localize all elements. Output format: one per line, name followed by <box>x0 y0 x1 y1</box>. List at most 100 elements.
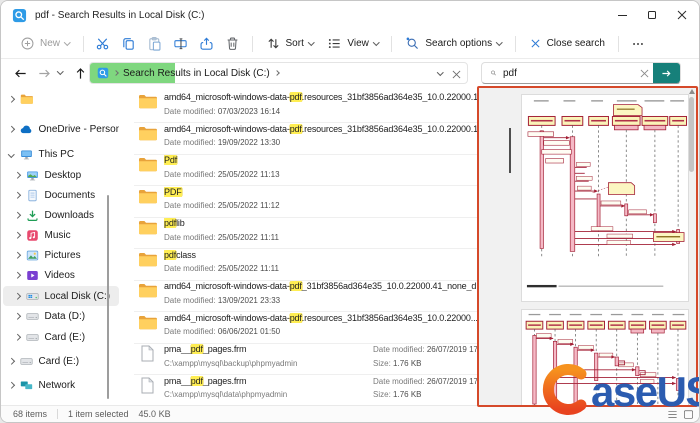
search-highlight: pdf <box>164 218 177 228</box>
file-row[interactable]: amd64_microsoft-windows-data-pdf.resourc… <box>121 123 478 154</box>
file-row[interactable]: pdflib Date modified: 25/05/2022 11:11 <box>121 217 478 248</box>
sidebar-item-data-d[interactable]: Data (D:) <box>3 306 119 326</box>
chevron-down-icon <box>64 38 71 46</box>
search-options-button[interactable]: Search options <box>398 32 508 56</box>
sidebar-item-label: Documents <box>44 189 96 201</box>
sidebar-scrollbar[interactable] <box>107 195 109 399</box>
sidebar-item-network[interactable]: Network <box>3 375 119 395</box>
see-more-button[interactable] <box>625 32 651 56</box>
view-button[interactable]: View <box>320 32 385 56</box>
file-name: amd64_microsoft-windows-data-pdf.resourc… <box>164 312 477 323</box>
file-date: Date modified: 25/05/2022 11:13 <box>164 169 280 179</box>
preview-page-1 <box>521 94 689 302</box>
search-box[interactable] <box>481 62 681 84</box>
preview-sequence-diagram-page-2 <box>525 313 687 406</box>
sidebar-item-downloads[interactable]: Downloads <box>3 205 119 225</box>
search-highlight: Pdf <box>164 155 178 165</box>
folder-icon <box>139 126 157 140</box>
go-arrow-icon <box>662 69 671 77</box>
file-name: PDF <box>164 186 477 197</box>
search-highlight: pdf <box>289 312 302 323</box>
sidebar-item-pictures[interactable]: Pictures <box>3 245 119 265</box>
large-icons-view-icon[interactable] <box>683 409 694 420</box>
file-row[interactable]: amd64_microsoft-windows-data-pdf.resourc… <box>121 91 478 122</box>
breadcrumb-bar[interactable]: Search Results in Local Disk (C:) <box>89 62 468 84</box>
file-row[interactable]: Pdf Date modified: 25/05/2022 11:13 <box>121 154 478 185</box>
plus-circle-icon <box>21 37 34 50</box>
address-bar-row: Search Results in Local Disk (C:) <box>1 59 699 87</box>
sort-button[interactable]: Sort <box>259 32 321 56</box>
chevron-down-icon <box>56 68 64 75</box>
maximize-button[interactable] <box>637 1 667 29</box>
sort-label: Sort <box>285 38 304 49</box>
toolbar-separator <box>82 35 84 52</box>
sidebar-item-onedrive[interactable]: OneDrive - Persona... <box>3 119 119 139</box>
paste-icon <box>149 36 161 51</box>
chevron-down-icon <box>496 38 503 46</box>
sidebar-item-desktop[interactable]: Desktop <box>3 165 119 185</box>
sidebar-item-documents[interactable]: Documents <box>3 185 119 205</box>
file-name: pdfclass <box>164 249 196 260</box>
sort-icon <box>267 38 279 49</box>
chevron-right-icon <box>8 125 15 133</box>
file-row[interactable]: amd64_microsoft-windows-data-pdf_31bf385… <box>121 280 478 311</box>
close-search-button[interactable]: Close search <box>522 32 612 56</box>
toolbar-separator <box>617 35 619 52</box>
sidebar-item-local-disk-c[interactable]: Local Disk (C:) <box>3 286 119 306</box>
delete-button[interactable] <box>220 32 246 56</box>
file-row[interactable]: pma__pdf_pages.frm C:\xampp\mysql\backup… <box>121 343 478 374</box>
maximize-icon <box>648 11 656 19</box>
sidebar-item-videos[interactable]: Videos <box>3 265 119 285</box>
address-dropdown-icon[interactable] <box>436 69 443 76</box>
search-highlight: pdf <box>289 92 302 102</box>
minimize-icon <box>617 14 627 16</box>
share-button[interactable] <box>194 32 220 56</box>
copy-button[interactable] <box>116 32 142 56</box>
file-icon <box>141 345 154 362</box>
preview-scrollbar[interactable] <box>689 97 694 172</box>
sidebar-item-pinned-folder[interactable] <box>3 89 119 109</box>
sidebar-item-card-e[interactable]: Card (E:) <box>3 327 119 347</box>
close-search-label: Close search <box>546 38 605 49</box>
breadcrumb-chevron-icon <box>113 70 119 76</box>
drive-icon <box>25 312 39 320</box>
stop-refresh-icon[interactable] <box>452 70 461 79</box>
downloads-icon <box>26 210 38 221</box>
file-row[interactable]: pma__pdf_pages.frm C:\xampp\mysql\data\p… <box>121 375 478 406</box>
navigation-pane: OneDrive - Persona... This PC Desktop Do… <box>1 87 121 407</box>
sidebar-item-label: Desktop <box>44 169 82 181</box>
back-button[interactable] <box>7 61 33 85</box>
sidebar-item-music[interactable]: Music <box>3 225 119 245</box>
clear-search-button[interactable] <box>635 69 653 78</box>
file-date: Date modified: 25/05/2022 11:11 <box>164 232 279 242</box>
breadcrumb-location[interactable]: Search Results in Local Disk (C:) <box>123 68 270 79</box>
chevron-right-icon <box>14 251 21 259</box>
file-row[interactable]: amd64_microsoft-windows-data-pdf.resourc… <box>121 312 478 343</box>
drive-icon <box>19 357 33 365</box>
minimize-button[interactable] <box>607 1 637 29</box>
cut-button[interactable] <box>90 32 116 56</box>
item-count: 68 items <box>13 409 48 419</box>
new-button[interactable]: New <box>13 32 77 56</box>
toolbar-separator <box>391 35 393 52</box>
music-icon <box>26 229 38 241</box>
chevron-right-icon <box>14 191 21 199</box>
chevron-right-icon <box>14 231 21 239</box>
details-view-icon[interactable] <box>667 409 678 420</box>
sidebar-item-card-e-2[interactable]: Card (E:) <box>3 351 119 371</box>
sidebar-item-label: Local Disk (C:) <box>44 290 111 302</box>
preview-page-2 <box>521 309 689 407</box>
search-input[interactable] <box>503 67 635 79</box>
search-options-label: Search options <box>425 38 493 49</box>
sidebar-item-this-pc[interactable]: This PC <box>3 144 119 164</box>
file-row[interactable]: pdfclass Date modified: 25/05/2022 11:11 <box>121 249 478 280</box>
rename-button[interactable] <box>168 32 194 56</box>
file-row[interactable]: PDF Date modified: 25/05/2022 11:12 <box>121 186 478 217</box>
close-button[interactable] <box>667 1 697 29</box>
back-arrow-icon <box>14 69 26 77</box>
search-go-button[interactable] <box>653 63 680 83</box>
folder-icon <box>20 94 33 104</box>
preview-scroll-up-icon[interactable] <box>688 89 695 94</box>
paste-button[interactable] <box>142 32 168 56</box>
chevron-right-icon <box>14 171 21 179</box>
